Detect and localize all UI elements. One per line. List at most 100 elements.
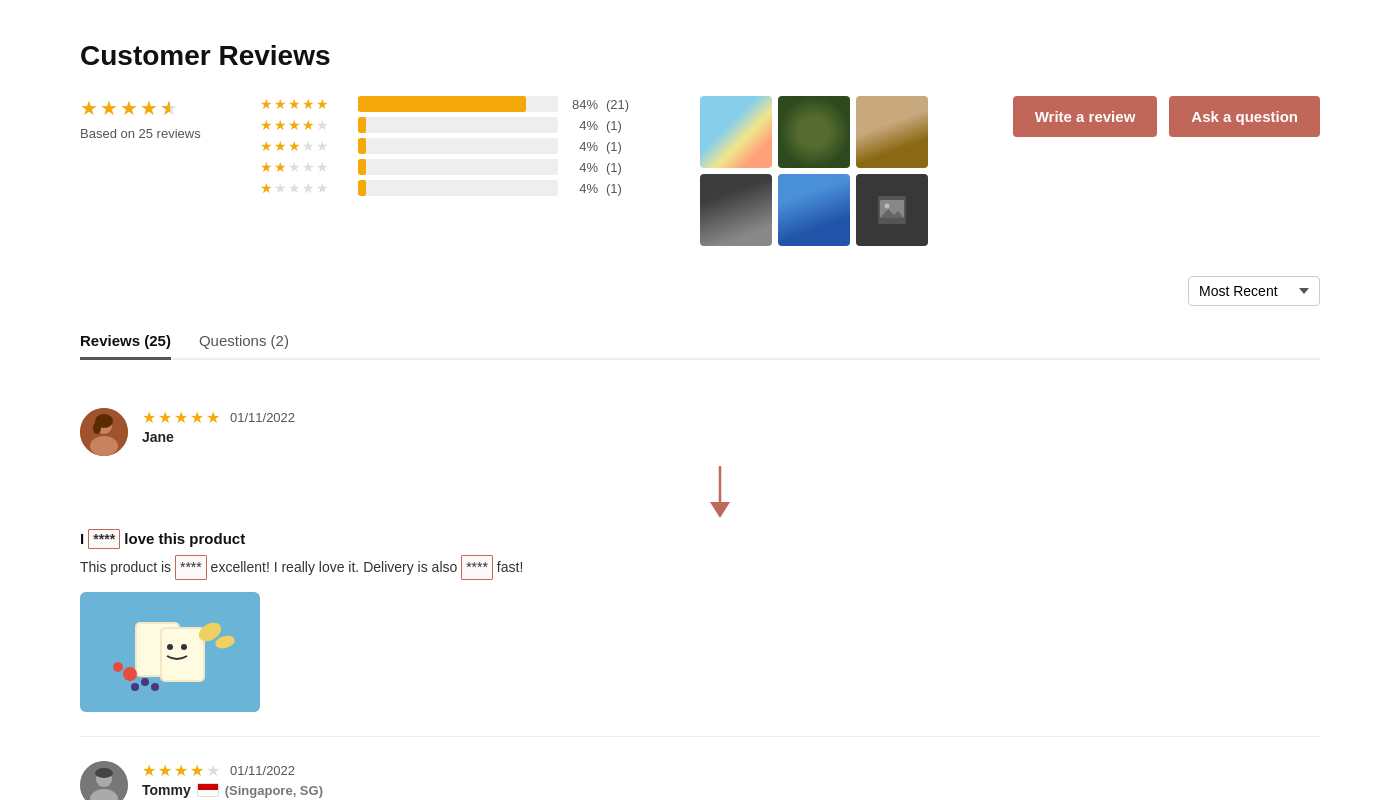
photo-thumb-4[interactable] [700,174,772,246]
photo-grid [700,96,928,246]
star-5-half: ★ ★ [160,96,178,120]
rating-summary: ★ ★ ★ ★ ★ ★ Based on 25 reviews [80,96,220,141]
avatar-svg-jane [80,408,128,456]
bar-inner-3 [358,138,366,154]
rating-row-4: ★ ★ ★ ★ ★ 4% (1) [260,117,630,133]
svg-point-24 [131,683,139,691]
svg-point-28 [95,768,113,778]
bar-pct-1: 4% [566,181,598,196]
row-2-stars: ★ ★ ★ ★ ★ [260,159,350,175]
review-item-2: ★ ★ ★ ★ ★ 01/11/2022 Tommy (Singapore, S… [80,737,1320,800]
reviewer-avatar-tommy [80,761,128,800]
bar-outer-2 [358,159,558,175]
review-date-jane: 01/11/2022 [230,410,295,425]
svg-point-18 [123,667,137,681]
redacted-body-jane-1: **** [175,555,207,580]
based-on-label: Based on 25 reviews [80,126,220,141]
reviewer-name-jane: Jane [142,429,295,445]
rating-row-5: ★ ★ ★ ★ ★ 84% (21) [260,96,630,112]
reviewer-stars-jane: ★ ★ ★ ★ ★ [142,408,220,427]
bar-inner-2 [358,159,366,175]
tab-questions[interactable]: Questions (2) [199,324,289,360]
row-4-stars: ★ ★ ★ ★ ★ [260,117,350,133]
review-item-1: ★ ★ ★ ★ ★ 01/11/2022 Jane [80,384,1320,737]
flag-sg [197,783,219,797]
star-4: ★ [140,96,158,120]
bar-outer-1 [358,180,558,196]
redacted-title-jane: **** [88,529,120,549]
photo-more-overlay [856,174,928,246]
svg-point-22 [141,678,149,686]
redacted-body-jane-2: **** [461,555,493,580]
rating-row-2: ★ ★ ★ ★ ★ 4% (1) [260,159,630,175]
star-3: ★ [120,96,138,120]
row-1-stars: ★ ★ ★ ★ ★ [260,180,350,196]
bar-count-3: (1) [606,139,630,154]
bar-inner-1 [358,180,366,196]
photo-thumb-3[interactable] [856,96,928,168]
reviewer-stars-date-jane: ★ ★ ★ ★ ★ 01/11/2022 [142,408,295,427]
bar-inner-4 [358,117,366,133]
svg-point-2 [885,204,890,209]
svg-point-6 [90,436,118,456]
star-1: ★ [80,96,98,120]
svg-point-23 [151,683,159,691]
bar-pct-3: 4% [566,139,598,154]
action-buttons: Write a review Ask a question [1013,96,1320,137]
write-review-button[interactable]: Write a review [1013,96,1158,137]
svg-rect-15 [162,629,203,680]
reviewer-stars-date-tommy: ★ ★ ★ ★ ★ 01/11/2022 [142,761,323,780]
svg-point-17 [181,644,187,650]
tab-reviews[interactable]: Reviews (25) [80,324,171,360]
row-5-stars: ★ ★ ★ ★ ★ [260,96,350,112]
reviewer-name-tommy: Tommy (Singapore, SG) [142,782,323,798]
bar-count-5: (21) [606,97,630,112]
bar-count-2: (1) [606,160,630,175]
page-container: Customer Reviews ★ ★ ★ ★ ★ ★ Based on 25… [0,0,1400,800]
svg-point-19 [113,662,123,672]
arrow-down-svg [700,466,740,526]
svg-point-8 [93,422,101,434]
image-icon [878,196,906,224]
bar-count-4: (1) [606,118,630,133]
review-image-jane[interactable] [80,592,260,712]
avatar-svg-tommy [80,761,128,800]
review-body-jane: This product is **** excellent! I really… [80,555,1320,580]
sort-row: Most Recent Oldest Highest Rating Lowest… [80,276,1320,306]
svg-marker-10 [710,502,730,518]
arrow-annotation [700,466,740,529]
row-3-stars: ★ ★ ★ ★ ★ [260,138,350,154]
photo-thumb-2[interactable] [778,96,850,168]
photo-thumb-1[interactable] [700,96,772,168]
bar-count-1: (1) [606,181,630,196]
reviewer-info-tommy: ★ ★ ★ ★ ★ 01/11/2022 Tommy (Singapore, S… [142,761,323,798]
bar-inner-5 [358,96,526,112]
bar-pct-2: 4% [566,160,598,175]
page-title: Customer Reviews [80,40,1320,72]
top-section: ★ ★ ★ ★ ★ ★ Based on 25 reviews ★ ★ ★ ★ [80,96,1320,246]
tabs: Reviews (25) Questions (2) [80,324,1320,360]
star-2: ★ [100,96,118,120]
review-list: ★ ★ ★ ★ ★ 01/11/2022 Jane [80,384,1320,800]
bar-outer-3 [358,138,558,154]
review-header-tommy: ★ ★ ★ ★ ★ 01/11/2022 Tommy (Singapore, S… [80,761,1320,800]
reviewer-stars-tommy: ★ ★ ★ ★ ★ [142,761,220,780]
reviewer-avatar-jane [80,408,128,456]
svg-point-16 [167,644,173,650]
review-title-jane: I **** love this product [80,529,1320,549]
bar-outer-4 [358,117,558,133]
bar-pct-5: 84% [566,97,598,112]
bar-pct-4: 4% [566,118,598,133]
rating-bars: ★ ★ ★ ★ ★ 84% (21) ★ ★ ★ ★ [260,96,630,201]
ask-question-button[interactable]: Ask a question [1169,96,1320,137]
photo-thumb-5[interactable] [778,174,850,246]
review-date-tommy: 01/11/2022 [230,763,295,778]
review-header-1: ★ ★ ★ ★ ★ 01/11/2022 Jane [80,408,1320,456]
sort-select[interactable]: Most Recent Oldest Highest Rating Lowest… [1188,276,1320,306]
photo-thumb-6[interactable] [856,174,928,246]
overall-stars: ★ ★ ★ ★ ★ ★ [80,96,220,120]
review-image-svg-jane [80,592,260,712]
rating-row-1: ★ ★ ★ ★ ★ 4% (1) [260,180,630,196]
reviewer-info-jane: ★ ★ ★ ★ ★ 01/11/2022 Jane [142,408,295,445]
bar-outer-5 [358,96,558,112]
